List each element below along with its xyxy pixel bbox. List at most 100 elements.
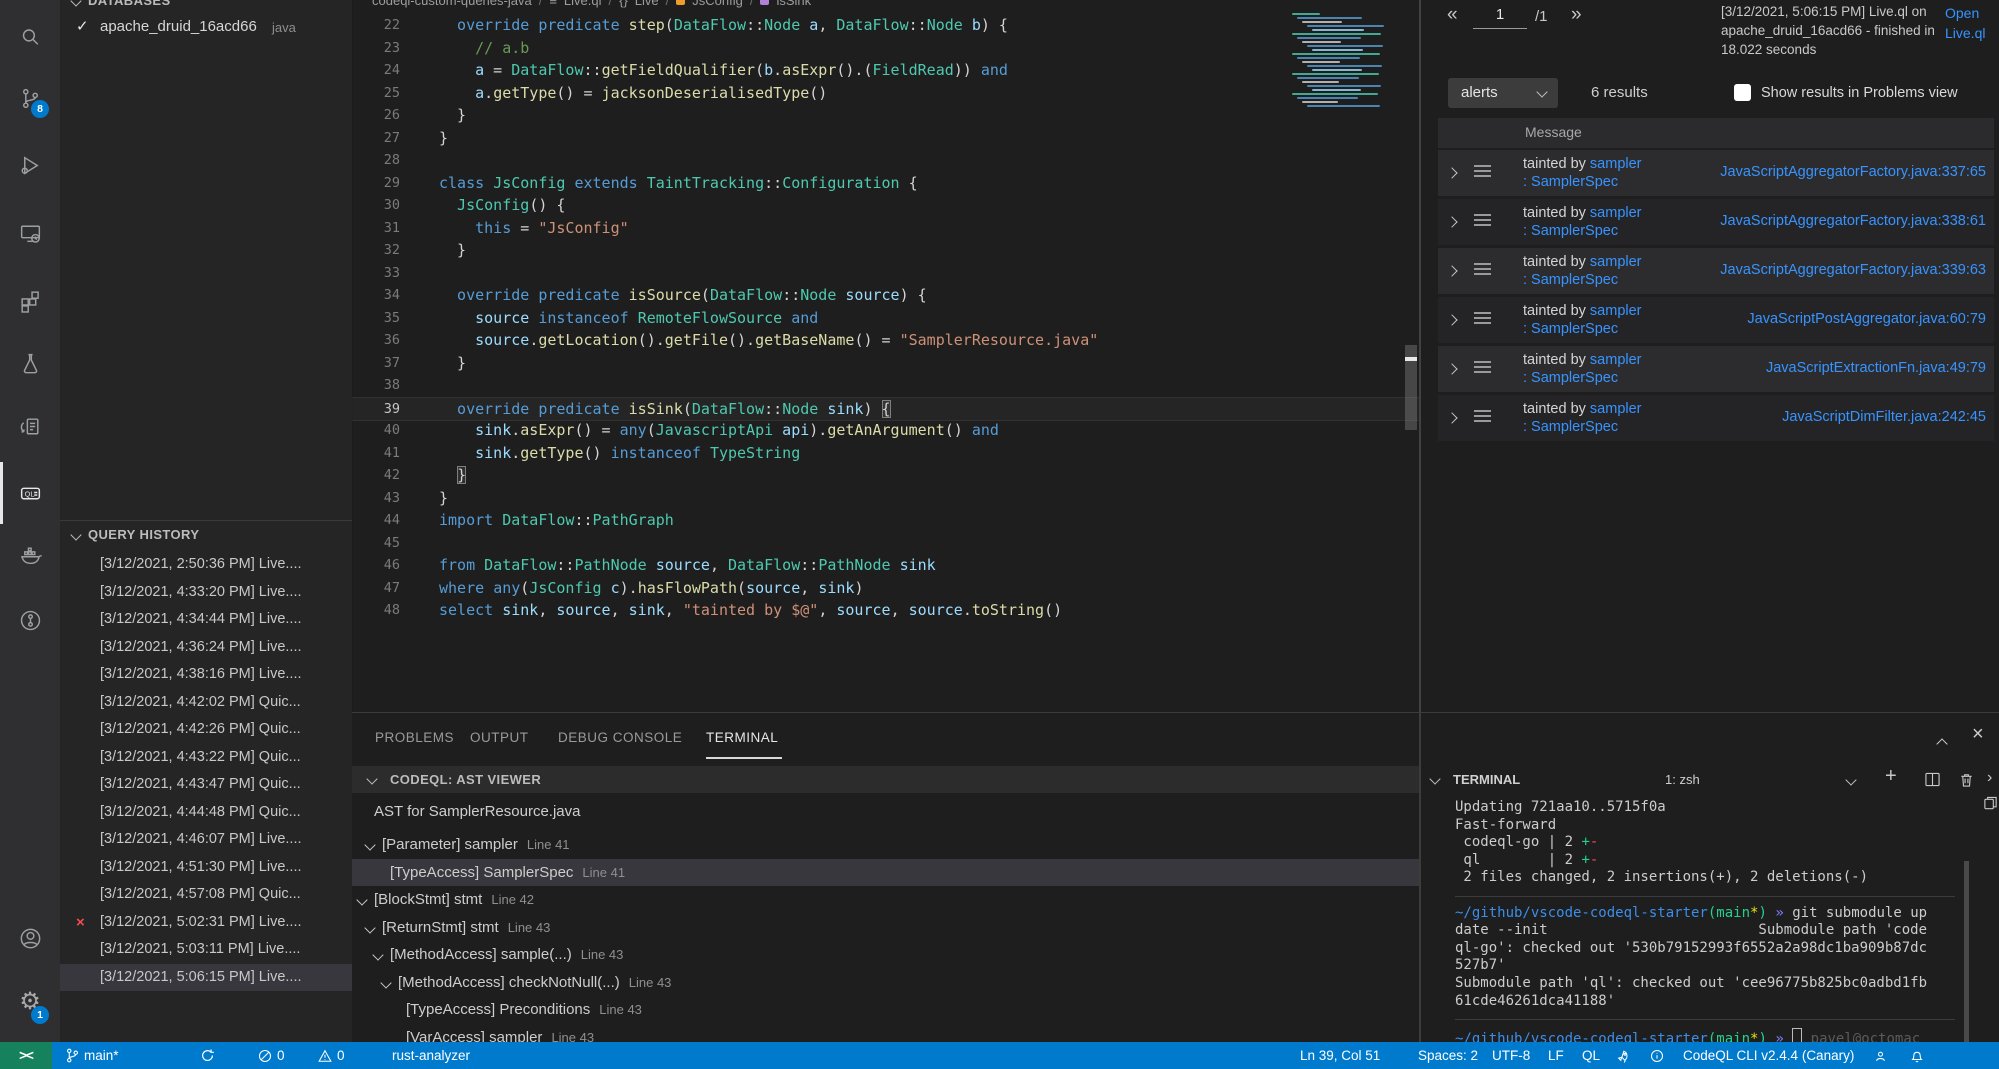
error-status-item[interactable]: 0 [258, 1042, 285, 1069]
path-list-icon[interactable] [1474, 214, 1491, 228]
panel-tab-debug-console[interactable]: DEBUG CONSOLE [558, 730, 682, 745]
minimap[interactable] [1290, 13, 1400, 110]
ast-viewer-header[interactable]: CODEQL: AST VIEWER [352, 766, 1419, 793]
expand-chevron-icon[interactable] [1446, 167, 1457, 178]
code-line-39[interactable]: 39 override predicate isSink(DataFlow::N… [352, 397, 1419, 422]
new-terminal-icon[interactable]: + [1885, 765, 1897, 788]
panel-tab-terminal[interactable]: TERMINAL [706, 730, 778, 745]
source-link[interactable]: sampler [1590, 156, 1642, 172]
breadcrumb-item[interactable]: Live.ql [564, 0, 602, 8]
code-line-45[interactable]: 45 [352, 532, 1419, 555]
rust-analyzer[interactable]: rust-analyzer [392, 1042, 470, 1069]
status-ql[interactable]: QL [1582, 1042, 1600, 1069]
result-row[interactable]: tainted by sampler: SamplerSpecJavaScrip… [1438, 395, 1994, 441]
code-line-29[interactable]: 29class JsConfig extends TaintTracking::… [352, 172, 1419, 195]
code-line-35[interactable]: 35 source instanceof RemoteFlowSource an… [352, 307, 1419, 330]
databases-section-header[interactable]: DATABASES [72, 0, 171, 8]
result-location-link[interactable]: JavaScriptPostAggregator.java:60:79 [1747, 311, 1986, 327]
feedback-status-item[interactable] [1873, 1042, 1888, 1069]
expand-chevron-icon[interactable] [1446, 265, 1457, 276]
query-history-item[interactable]: [3/12/2021, 4:34:44 PM] Live.... [60, 606, 352, 634]
result-location-link[interactable]: JavaScriptDimFilter.java:242:45 [1782, 409, 1986, 425]
code-line-32[interactable]: 32 } [352, 239, 1419, 262]
ast-node-row[interactable]: [Parameter] samplerLine 41 [352, 831, 1419, 859]
query-history-item[interactable]: [3/12/2021, 4:57:08 PM] Quic... [60, 881, 352, 909]
expand-chevron-icon[interactable] [1446, 216, 1457, 227]
result-row[interactable]: tainted by sampler: SamplerSpecJavaScrip… [1438, 297, 1994, 343]
chevron-down-icon[interactable] [380, 977, 391, 988]
code-line-37[interactable]: 37 } [352, 352, 1419, 375]
extensions-icon[interactable] [16, 286, 44, 314]
code-line-40[interactable]: 40 sink.asExpr() = any(JavascriptApi api… [352, 419, 1419, 442]
expand-chevron-icon[interactable] [1446, 363, 1457, 374]
code-line-28[interactable]: 28 [352, 149, 1419, 172]
path-list-icon[interactable] [1474, 312, 1491, 326]
code-line-41[interactable]: 41 sink.getType() instanceof TypeString [352, 442, 1419, 465]
run-debug-icon[interactable] [16, 151, 44, 179]
result-row[interactable]: tainted by sampler: SamplerSpecJavaScrip… [1438, 150, 1994, 196]
result-row[interactable]: tainted by sampler: SamplerSpecJavaScrip… [1438, 346, 1994, 392]
remote-indicator[interactable]: >< [0, 1042, 52, 1069]
code-line-46[interactable]: 46from DataFlow::PathNode source, DataFl… [352, 554, 1419, 577]
query-history-item[interactable]: [3/12/2021, 4:46:07 PM] Live.... [60, 826, 352, 854]
source-link[interactable]: sampler [1590, 254, 1642, 270]
next-page-button[interactable]: » [1571, 4, 1582, 26]
branch-status-item[interactable]: main* [66, 1042, 119, 1069]
code-line-44[interactable]: 44import DataFlow::PathGraph [352, 509, 1419, 532]
terminal-session-label[interactable]: 1: zsh [1665, 772, 1700, 787]
status-codeql-cli-v2-4-4-canary-[interactable]: CodeQL CLI v2.4.4 (Canary) [1683, 1042, 1854, 1069]
code-line-25[interactable]: 25 a.getType() = jacksonDeserialisedType… [352, 82, 1419, 105]
ast-node-row[interactable]: [TypeAccess] PreconditionsLine 43 [352, 996, 1419, 1024]
result-location-link[interactable]: JavaScriptAggregatorFactory.java:337:65 [1720, 164, 1986, 180]
source-link[interactable]: sampler [1590, 303, 1642, 319]
path-list-icon[interactable] [1474, 361, 1491, 375]
commit-graph-icon[interactable] [16, 606, 44, 634]
source-link[interactable]: sampler [1590, 401, 1642, 417]
editor-scrollbar[interactable] [1404, 0, 1418, 712]
warning-status-item[interactable]: 0 [318, 1042, 345, 1069]
status-ln-39-col-51[interactable]: Ln 39, Col 51 [1300, 1042, 1380, 1069]
previous-page-button[interactable]: « [1447, 4, 1458, 26]
clipboard-icon[interactable] [1983, 795, 1998, 811]
query-history-item[interactable]: [3/12/2021, 5:06:15 PM] Live.... [60, 964, 352, 992]
query-history-item[interactable]: [3/12/2021, 4:44:48 PM] Quic... [60, 799, 352, 827]
ast-node-row[interactable]: [MethodAccess] sample(...)Line 43 [352, 941, 1419, 969]
beaker-icon[interactable] [16, 349, 44, 377]
query-history-item[interactable]: [3/12/2021, 4:43:47 PM] Quic... [60, 771, 352, 799]
breadcrumb-item[interactable]: codeql-custom-queries-java [372, 0, 532, 8]
results-view-dropdown[interactable]: alerts [1448, 78, 1558, 108]
path-list-icon[interactable] [1474, 165, 1491, 179]
status-utf-8[interactable]: UTF-8 [1492, 1042, 1530, 1069]
docker-icon[interactable] [16, 541, 44, 569]
code-line-42[interactable]: 42 } [352, 464, 1419, 487]
split-terminal-icon[interactable] [1925, 772, 1940, 787]
account-icon[interactable] [16, 924, 44, 952]
path-list-icon[interactable] [1474, 410, 1491, 424]
source-link[interactable]: sampler [1590, 352, 1642, 368]
code-line-47[interactable]: 47where any(JsConfig c).hasFlowPath(sour… [352, 577, 1419, 600]
terminal-scrollbar[interactable] [1964, 861, 1969, 1043]
code-line-33[interactable]: 33 [352, 262, 1419, 285]
terminal-panel[interactable]: TERMINAL 1: zsh + › Updating 721aa10..57… [1421, 713, 1999, 1043]
ast-node-row[interactable]: [MethodAccess] checkNotNull(...)Line 43 [352, 969, 1419, 997]
page-number-input[interactable]: 1 [1473, 2, 1527, 29]
rocket-status-item[interactable] [1616, 1042, 1630, 1069]
code-line-30[interactable]: 30 JsConfig() { [352, 194, 1419, 217]
ast-node-row[interactable]: [BlockStmt] stmtLine 42 [352, 886, 1419, 914]
source-detail-link[interactable]: : SamplerSpec [1523, 272, 1618, 288]
panel-tab-problems[interactable]: PROBLEMS [375, 730, 454, 745]
query-history-item[interactable]: [3/12/2021, 2:50:36 PM] Live.... [60, 551, 352, 579]
status-spaces-2[interactable]: Spaces: 2 [1418, 1042, 1478, 1069]
code-line-31[interactable]: 31 this = "JsConfig" [352, 217, 1419, 240]
code-line-48[interactable]: 48select sink, source, sink, "tainted by… [352, 599, 1419, 622]
source-detail-link[interactable]: : SamplerSpec [1523, 223, 1618, 239]
status-lf[interactable]: LF [1548, 1042, 1564, 1069]
expand-chevron-icon[interactable] [1446, 314, 1457, 325]
codeql-icon[interactable]: QL [16, 479, 44, 507]
path-list-icon[interactable] [1474, 263, 1491, 277]
source-detail-link[interactable]: : SamplerSpec [1523, 174, 1618, 190]
remote-explorer-icon[interactable] [16, 219, 44, 247]
breadcrumb-item[interactable]: Live [635, 0, 659, 8]
code-line-34[interactable]: 34 override predicate isSource(DataFlow:… [352, 284, 1419, 307]
code-line-22[interactable]: 22 override predicate step(DataFlow::Nod… [352, 14, 1419, 37]
